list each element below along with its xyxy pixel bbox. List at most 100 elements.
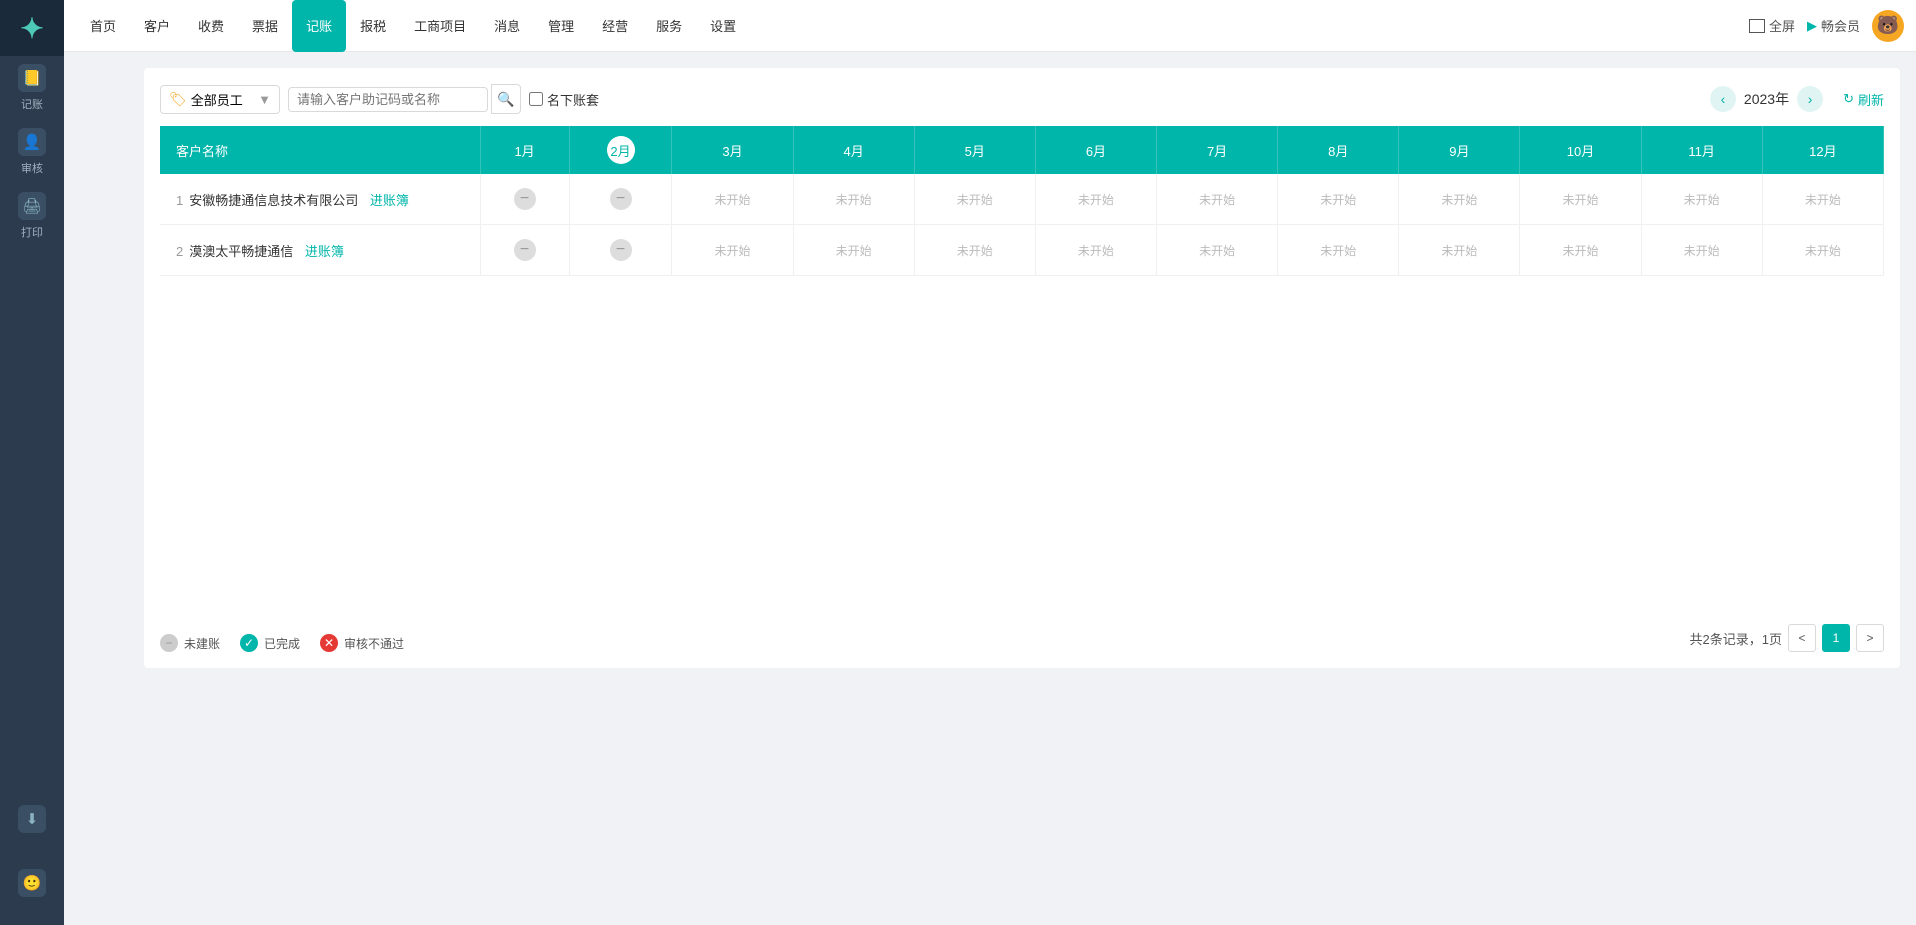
table-row: 2漠澳太平畅捷通信 进账簿−−未开始未开始未开始未开始未开始未开始未开始未开始未… [160,225,1884,276]
col-header-m11: 11月 [1641,126,1762,174]
app-logo: ✦ [0,0,64,56]
table-header-row: 客户名称 1月 2月 3月 4月 5月 6月 7月 8月 9月 10月 11月 … [160,126,1884,174]
prev-page-button[interactable]: < [1788,624,1816,652]
row-index: 2 [176,244,183,259]
month-cell-3: 未开始 [672,174,793,225]
client-name: 漠澳太平畅捷通信 [189,244,293,259]
nav-ledger[interactable]: 记账 [292,0,346,52]
col-header-m7: 7月 [1157,126,1278,174]
not-started-label: 未开始 [836,193,872,207]
search-icon: 🔍 [497,91,514,108]
client-name-cell: 1 安徽畅捷通信息技术有限公司 进账簿 [160,174,480,225]
footer-legend: − 未建账 ✓ 已完成 ✕ 审核不通过 [160,634,404,652]
search-button[interactable]: 🔍 [491,84,521,114]
month-cell-2: − [569,174,672,225]
vip-button[interactable]: ▶ 畅会员 [1807,16,1860,35]
row-index: 1 [176,193,183,208]
sidebar-item-review[interactable]: 👤 审核 [0,120,64,184]
nav-billing[interactable]: 收费 [184,0,238,52]
legend-completed: ✓ 已完成 [240,634,300,652]
legend-not-created-label: 未建账 [184,635,220,652]
pagination: 共2条记录，1页 < 1 > [1690,624,1884,652]
month-cell-11: 未开始 [1641,225,1762,276]
employee-select[interactable]: 🏷 全部员工 ▼ [160,85,280,114]
sidebar-item-download[interactable]: ⬇ [0,787,64,851]
year-label: 2023年 [1744,89,1789,109]
nav-operations[interactable]: 经营 [588,0,642,52]
month-cell-4: 未开始 [793,225,914,276]
legend-not-created: − 未建账 [160,634,220,652]
legend-red-dot: ✕ [320,634,338,652]
refresh-button[interactable]: ↻ 刷新 [1843,90,1884,109]
not-created-icon: − [514,188,536,210]
month-cell-11: 未开始 [1641,174,1762,225]
not-started-label: 未开始 [1805,193,1841,207]
col-header-m3: 3月 [672,126,793,174]
client-name: 安徽畅捷通信息技术有限公司 [189,193,358,208]
page-1-button[interactable]: 1 [1822,624,1850,652]
legend-teal-dot: ✓ [240,634,258,652]
nav-clients[interactable]: 客户 [130,0,184,52]
nav-message[interactable]: 消息 [480,0,534,52]
not-started-label: 未开始 [1805,244,1841,258]
not-started-label: 未开始 [1320,244,1356,258]
month-cell-6: 未开始 [1035,174,1156,225]
col-header-m4: 4月 [793,126,914,174]
col-header-m6: 6月 [1035,126,1156,174]
sidebar-item-support[interactable]: 🙂 [0,851,64,915]
review-icon: 👤 [18,128,46,156]
month-cell-7: 未开始 [1157,174,1278,225]
month-cell-12: 未开始 [1762,225,1883,276]
my-accounts-checkbox-label[interactable]: 名下账套 [529,90,599,109]
not-started-label: 未开始 [715,244,751,258]
sidebar-item-ledger[interactable]: 📒 记账 [0,56,64,120]
enter-ledger-link[interactable]: 进账簿 [370,193,409,208]
sidebar: ✦ 📒 记账 👤 审核 🖨 打印 ⬇ 🙂 [0,0,64,925]
main-content: 🏷 全部员工 ▼ 🔍 名下账套 ‹ 2023年 › ↻ 刷新 [128,52,1916,925]
legend-completed-label: 已完成 [264,635,300,652]
not-started-label: 未开始 [1441,244,1477,258]
month-cell-1: − [480,225,569,276]
month-cell-4: 未开始 [793,174,914,225]
not-created-icon: − [610,188,632,210]
nav-settings[interactable]: 设置 [696,0,750,52]
nav-home[interactable]: 首页 [76,0,130,52]
month-cell-3: 未开始 [672,225,793,276]
download-icon: ⬇ [18,805,46,833]
user-avatar[interactable]: 🐻 [1872,10,1904,42]
not-started-label: 未开始 [1078,244,1114,258]
nav-right: 全屏 ▶ 畅会员 🐻 [1749,10,1904,42]
next-page-button[interactable]: > [1856,624,1884,652]
nav-manage[interactable]: 管理 [534,0,588,52]
col-header-name: 客户名称 [160,126,480,174]
nav-service[interactable]: 服务 [642,0,696,52]
enter-ledger-link[interactable]: 进账簿 [305,244,344,259]
not-started-label: 未开始 [1199,193,1235,207]
month-cell-9: 未开始 [1399,174,1520,225]
month-cell-12: 未开始 [1762,174,1883,225]
nav-invoice[interactable]: 票据 [238,0,292,52]
sidebar-bottom: ⬇ 🙂 [0,787,64,925]
fullscreen-button[interactable]: 全屏 [1749,16,1795,35]
table-container[interactable]: 客户名称 1月 2月 3月 4月 5月 6月 7月 8月 9月 10月 11月 … [160,126,1884,276]
vip-icon: ▶ [1807,18,1817,34]
not-started-label: 未开始 [715,193,751,207]
topbar: 首页 客户 收费 票据 记账 报税 工商项目 消息 管理 经营 服务 设置 全屏… [64,0,1916,52]
sidebar-item-print[interactable]: 🖨 打印 [0,184,64,248]
ledger-table: 客户名称 1月 2月 3月 4月 5月 6月 7月 8月 9月 10月 11月 … [160,126,1884,276]
not-started-label: 未开始 [836,244,872,258]
month-cell-7: 未开始 [1157,225,1278,276]
not-started-label: 未开始 [1320,193,1356,207]
nav-tax[interactable]: 报税 [346,0,400,52]
month-cell-5: 未开始 [914,174,1035,225]
my-accounts-checkbox[interactable] [529,92,543,106]
client-name-cell: 2 漠澳太平畅捷通信 进账簿 [160,225,480,276]
nav-biz[interactable]: 工商项目 [400,0,480,52]
refresh-icon: ↻ [1843,91,1854,107]
prev-year-button[interactable]: ‹ [1710,86,1736,112]
col-header-m2: 2月 [569,126,672,174]
next-year-button[interactable]: › [1797,86,1823,112]
month-cell-8: 未开始 [1278,225,1399,276]
col-header-m5: 5月 [914,126,1035,174]
search-input[interactable] [288,87,488,112]
